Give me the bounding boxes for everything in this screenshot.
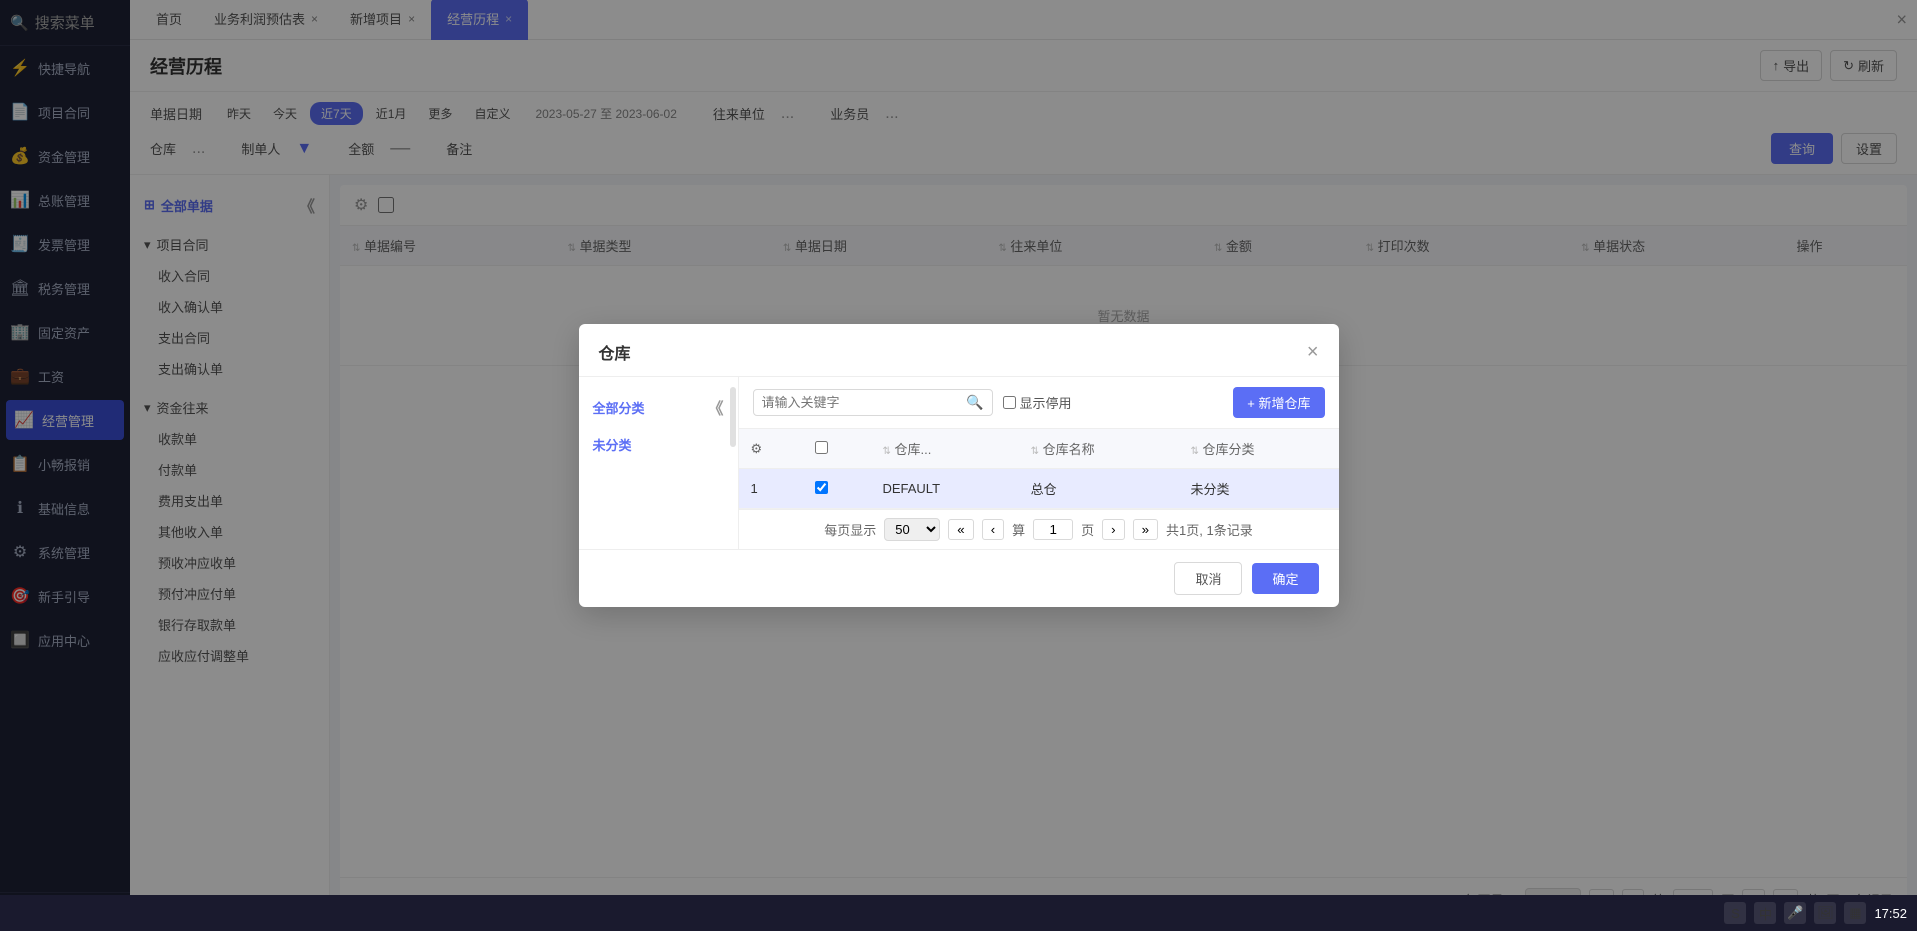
show-disabled-checkbox[interactable]	[1003, 396, 1016, 409]
table-row[interactable]: 1 DEFAULT 总仓 未分类	[739, 469, 1339, 509]
modal-table-container: ⚙ ⇅ 仓库... ⇅	[739, 429, 1339, 509]
modal-left-header[interactable]: 全部分类 《	[579, 387, 738, 427]
modal-left-panel: 全部分类 《 未分类	[579, 377, 739, 549]
warehouse-search-input[interactable]	[762, 395, 967, 410]
taskbar-icon-2[interactable]: 中	[1754, 902, 1776, 924]
add-warehouse-button[interactable]: + 新增仓库	[1233, 387, 1324, 418]
warehouse-table: ⚙ ⇅ 仓库... ⇅	[739, 429, 1339, 509]
col-settings-icon[interactable]: ⚙	[751, 441, 763, 456]
modal-toolbar: 🔍 显示停用 + 新增仓库	[739, 377, 1339, 429]
taskbar-time: 17:52	[1874, 906, 1907, 921]
modal-body: 全部分类 《 未分类 🔍 显示停用	[579, 377, 1339, 549]
all-categories-label: 全部分类	[593, 398, 645, 417]
taskbar-icon-3[interactable]: 🎤	[1784, 902, 1806, 924]
th-settings: ⚙	[739, 429, 804, 469]
search-box: 🔍	[753, 389, 993, 416]
modal-actions: 取消 确定	[579, 549, 1339, 607]
select-all-modal-checkbox[interactable]	[815, 441, 828, 454]
warehouse-modal: 仓库 × 全部分类 《 未分类 🔍	[579, 324, 1339, 607]
scrollbar[interactable]	[730, 387, 736, 447]
th-checkbox	[803, 429, 870, 469]
row-settings-cell: 1	[739, 469, 804, 509]
row-checkbox-cell	[803, 469, 870, 509]
modal-last-page-btn[interactable]: »	[1133, 519, 1158, 540]
modal-summary: 共1页, 1条记录	[1166, 520, 1253, 539]
th-warehouse-category: ⇅ 仓库分类	[1179, 429, 1339, 469]
taskbar-icon-5[interactable]: ▦	[1844, 902, 1866, 924]
modal-overlay: 仓库 × 全部分类 《 未分类 🔍	[0, 0, 1917, 931]
modal-page-input[interactable]	[1033, 519, 1073, 540]
modal-page-total-label: 页	[1081, 520, 1094, 539]
taskbar: S 中 🎤 🖼 ▦ 17:52	[0, 895, 1917, 931]
modal-right-panel: 🔍 显示停用 + 新增仓库	[739, 377, 1339, 549]
th-warehouse-name: ⇅ 仓库名称	[1019, 429, 1179, 469]
modal-close-button[interactable]: ×	[1307, 341, 1319, 364]
modal-page-size-label: 每页显示	[824, 520, 876, 539]
row-name-cell: 总仓	[1019, 469, 1179, 509]
row-checkbox[interactable]	[815, 481, 828, 494]
row-code-cell: DEFAULT	[870, 469, 1018, 509]
confirm-button[interactable]: 确定	[1252, 563, 1318, 594]
modal-page-size-select[interactable]: 5020100	[884, 518, 940, 541]
cancel-button[interactable]: 取消	[1174, 562, 1242, 595]
modal-page-num-label: 算	[1012, 520, 1025, 539]
modal-first-page-btn[interactable]: «	[948, 519, 973, 540]
taskbar-icon-1[interactable]: S	[1724, 902, 1746, 924]
search-icon: 🔍	[966, 394, 983, 411]
taskbar-icon-4[interactable]: 🖼	[1814, 902, 1836, 924]
show-disabled-label: 显示停用	[1003, 393, 1072, 412]
modal-pagination: 每页显示 5020100 « ‹ 算 页 › » 共1页, 1条记录	[739, 509, 1339, 549]
modal-prev-page-btn[interactable]: ‹	[982, 519, 1004, 540]
modal-left-uncategorized[interactable]: 未分类	[579, 427, 738, 462]
th-warehouse-code: ⇅ 仓库...	[870, 429, 1018, 469]
modal-header: 仓库 ×	[579, 324, 1339, 377]
modal-next-page-btn[interactable]: ›	[1102, 519, 1124, 540]
row-category-cell: 未分类	[1179, 469, 1339, 509]
modal-left-collapse-icon[interactable]: 《	[707, 395, 723, 419]
modal-title: 仓库	[599, 340, 631, 364]
